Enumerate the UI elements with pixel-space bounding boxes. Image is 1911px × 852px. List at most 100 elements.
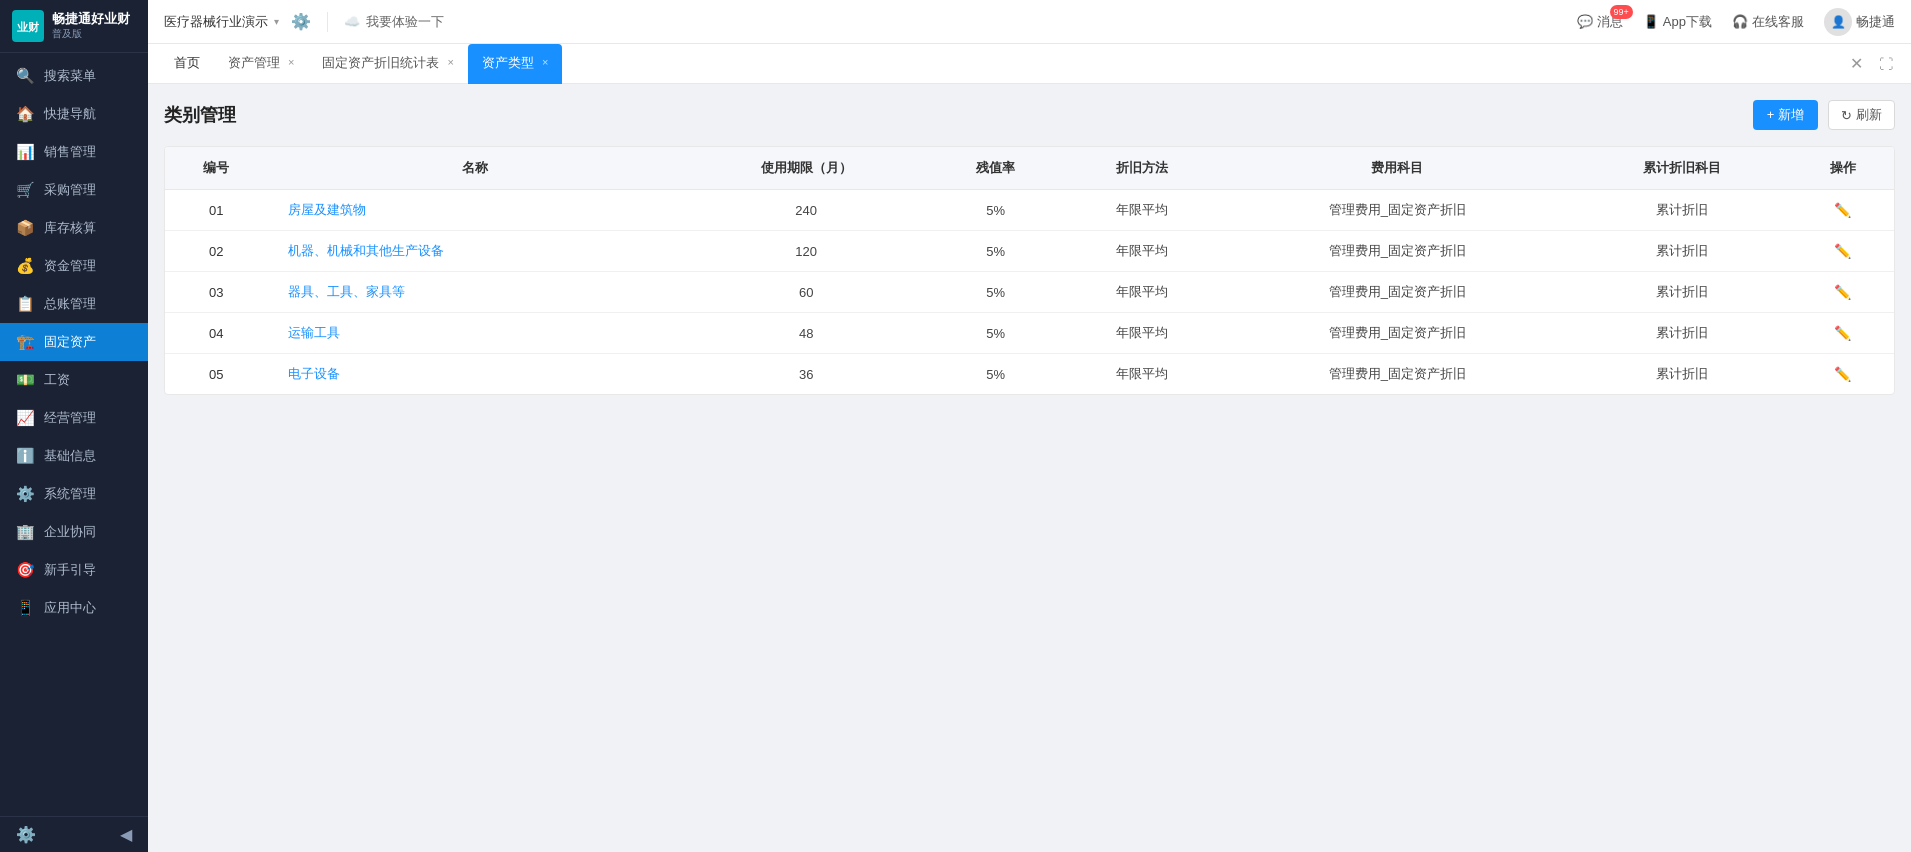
cell-accumulated-4: 累计折旧 xyxy=(1573,354,1792,395)
cell-name-0[interactable]: 房屋及建筑物 xyxy=(268,190,683,231)
page-actions: + 新增 ↻ 刷新 xyxy=(1753,100,1895,130)
sidebar-label-guide: 新手引导 xyxy=(44,561,96,579)
tab-asset-type-close[interactable]: × xyxy=(542,57,548,68)
sidebar-label-fixed-assets: 固定资产 xyxy=(44,333,96,351)
cell-operation-3[interactable]: ✏️ xyxy=(1791,313,1894,354)
col-period: 使用期限（月） xyxy=(682,147,930,190)
sidebar-item-basic-info[interactable]: ℹ️ 基础信息 xyxy=(0,437,148,475)
sidebar-label-purchase: 采购管理 xyxy=(44,181,96,199)
tab-asset-management[interactable]: 资产管理 × xyxy=(214,44,308,84)
tab-depreciation-stats[interactable]: 固定资产折旧统计表 × xyxy=(308,44,467,84)
basic-info-icon: ℹ️ xyxy=(16,447,34,465)
edit-icon-2[interactable]: ✏️ xyxy=(1834,284,1851,300)
cell-operation-1[interactable]: ✏️ xyxy=(1791,231,1894,272)
refresh-button[interactable]: ↻ 刷新 xyxy=(1828,100,1895,130)
avatar: 👤 xyxy=(1824,8,1852,36)
topbar-right: 💬 消息 99+ 📱 App下载 🎧 在线客服 👤 畅捷通 xyxy=(1577,8,1895,36)
sidebar-nav: 🔍 搜索菜单 🏠 快捷导航 📊 销售管理 🛒 采购管理 📦 库存核算 💰 资金管… xyxy=(0,53,148,816)
table-header-row: 编号 名称 使用期限（月） 残值率 折旧方法 费用科目 累计折旧科目 操作 xyxy=(165,147,1894,190)
tab-asset-management-close[interactable]: × xyxy=(288,57,294,68)
sidebar-item-system[interactable]: ⚙️ 系统管理 xyxy=(0,475,148,513)
app-download-btn[interactable]: 📱 App下载 xyxy=(1643,13,1712,31)
cell-accumulated-0: 累计折旧 xyxy=(1573,190,1792,231)
experience-btn[interactable]: ☁️ 我要体验一下 xyxy=(344,13,444,31)
col-residual: 残值率 xyxy=(930,147,1062,190)
cell-operation-4[interactable]: ✏️ xyxy=(1791,354,1894,395)
company-selector[interactable]: 医疗器械行业演示 ▾ xyxy=(164,13,279,31)
cell-expense-3: 管理费用_固定资产折旧 xyxy=(1222,313,1573,354)
app-title: 畅捷通好业财 xyxy=(52,11,130,27)
new-button[interactable]: + 新增 xyxy=(1753,100,1818,130)
edit-icon-3[interactable]: ✏️ xyxy=(1834,325,1851,341)
edit-icon-1[interactable]: ✏️ xyxy=(1834,243,1851,259)
app-center-icon: 📱 xyxy=(16,599,34,617)
sidebar-item-search[interactable]: 🔍 搜索菜单 xyxy=(0,57,148,95)
sidebar-item-capital[interactable]: 💰 资金管理 xyxy=(0,247,148,285)
table-container: 编号 名称 使用期限（月） 残值率 折旧方法 费用科目 累计折旧科目 操作 01… xyxy=(164,146,1895,395)
app-edition: 普及版 xyxy=(52,27,130,41)
tab-asset-management-label: 资产管理 xyxy=(228,54,280,72)
sidebar-label-inventory: 库存核算 xyxy=(44,219,96,237)
col-accumulated: 累计折旧科目 xyxy=(1573,147,1792,190)
tab-asset-type[interactable]: 资产类型 × xyxy=(468,44,562,84)
sidebar-item-guide[interactable]: 🎯 新手引导 xyxy=(0,551,148,589)
chevron-down-icon: ▾ xyxy=(274,16,279,27)
user-btn[interactable]: 👤 畅捷通 xyxy=(1824,8,1895,36)
search-icon: 🔍 xyxy=(16,67,34,85)
headset-icon: 🎧 xyxy=(1732,14,1748,29)
settings-icon[interactable]: ⚙️ xyxy=(291,12,311,31)
settings-footer-icon[interactable]: ⚙️ xyxy=(16,825,36,844)
col-method: 折旧方法 xyxy=(1062,147,1223,190)
sidebar-item-payroll[interactable]: 💵 工资 xyxy=(0,361,148,399)
refresh-label: 刷新 xyxy=(1856,106,1882,124)
edit-icon-0[interactable]: ✏️ xyxy=(1834,202,1851,218)
sidebar-item-sales[interactable]: 📊 销售管理 xyxy=(0,133,148,171)
cell-name-2[interactable]: 器具、工具、家具等 xyxy=(268,272,683,313)
message-btn[interactable]: 💬 消息 99+ xyxy=(1577,13,1623,31)
cell-name-3[interactable]: 运输工具 xyxy=(268,313,683,354)
sidebar-item-ledger[interactable]: 📋 总账管理 xyxy=(0,285,148,323)
cell-name-1[interactable]: 机器、机械和其他生产设备 xyxy=(268,231,683,272)
sidebar-item-inventory[interactable]: 📦 库存核算 xyxy=(0,209,148,247)
sidebar-item-enterprise[interactable]: 🏢 企业协同 xyxy=(0,513,148,551)
sidebar-item-operations[interactable]: 📈 经营管理 xyxy=(0,399,148,437)
sidebar-label-app-center: 应用中心 xyxy=(44,599,96,617)
cell-period-4: 36 xyxy=(682,354,930,395)
cell-method-4: 年限平均 xyxy=(1062,354,1223,395)
cell-code-1: 02 xyxy=(165,231,268,272)
sidebar-item-quick-nav[interactable]: 🏠 快捷导航 xyxy=(0,95,148,133)
tab-depreciation-stats-label: 固定资产折旧统计表 xyxy=(322,54,439,72)
message-icon: 💬 xyxy=(1577,14,1593,29)
cell-residual-4: 5% xyxy=(930,354,1062,395)
tabs-bar: 首页 资产管理 × 固定资产折旧统计表 × 资产类型 × ✕ ⛶ xyxy=(148,44,1911,84)
cell-expense-2: 管理费用_固定资产折旧 xyxy=(1222,272,1573,313)
sidebar-item-purchase[interactable]: 🛒 采购管理 xyxy=(0,171,148,209)
edit-icon-4[interactable]: ✏️ xyxy=(1834,366,1851,382)
toggle-sidebar-icon[interactable]: ◀ xyxy=(120,825,132,844)
system-icon: ⚙️ xyxy=(16,485,34,503)
cell-operation-0[interactable]: ✏️ xyxy=(1791,190,1894,231)
sidebar-item-fixed-assets[interactable]: 🏗️ 固定资产 xyxy=(0,323,148,361)
home-icon: 🏠 xyxy=(16,105,34,123)
sidebar: 业财 畅捷通好业财 普及版 🔍 搜索菜单 🏠 快捷导航 📊 销售管理 🛒 采购管… xyxy=(0,0,148,852)
payroll-icon: 💵 xyxy=(16,371,34,389)
cell-accumulated-3: 累计折旧 xyxy=(1573,313,1792,354)
tab-home-label: 首页 xyxy=(174,54,200,72)
cell-operation-2[interactable]: ✏️ xyxy=(1791,272,1894,313)
cell-name-4[interactable]: 电子设备 xyxy=(268,354,683,395)
online-support-btn[interactable]: 🎧 在线客服 xyxy=(1732,13,1804,31)
app-logo: 业财 xyxy=(12,10,44,42)
sidebar-item-app-center[interactable]: 📱 应用中心 xyxy=(0,589,148,627)
cell-code-4: 05 xyxy=(165,354,268,395)
close-window-btn[interactable]: ✕ xyxy=(1844,54,1869,73)
cell-accumulated-1: 累计折旧 xyxy=(1573,231,1792,272)
sidebar-label-enterprise: 企业协同 xyxy=(44,523,96,541)
cell-method-0: 年限平均 xyxy=(1062,190,1223,231)
col-expense: 费用科目 xyxy=(1222,147,1573,190)
tab-depreciation-stats-close[interactable]: × xyxy=(447,57,453,68)
maximize-window-btn[interactable]: ⛶ xyxy=(1873,56,1899,72)
tab-home[interactable]: 首页 xyxy=(160,44,214,84)
sidebar-label-quick-nav: 快捷导航 xyxy=(44,105,96,123)
cell-expense-0: 管理费用_固定资产折旧 xyxy=(1222,190,1573,231)
page-title: 类别管理 xyxy=(164,103,236,127)
